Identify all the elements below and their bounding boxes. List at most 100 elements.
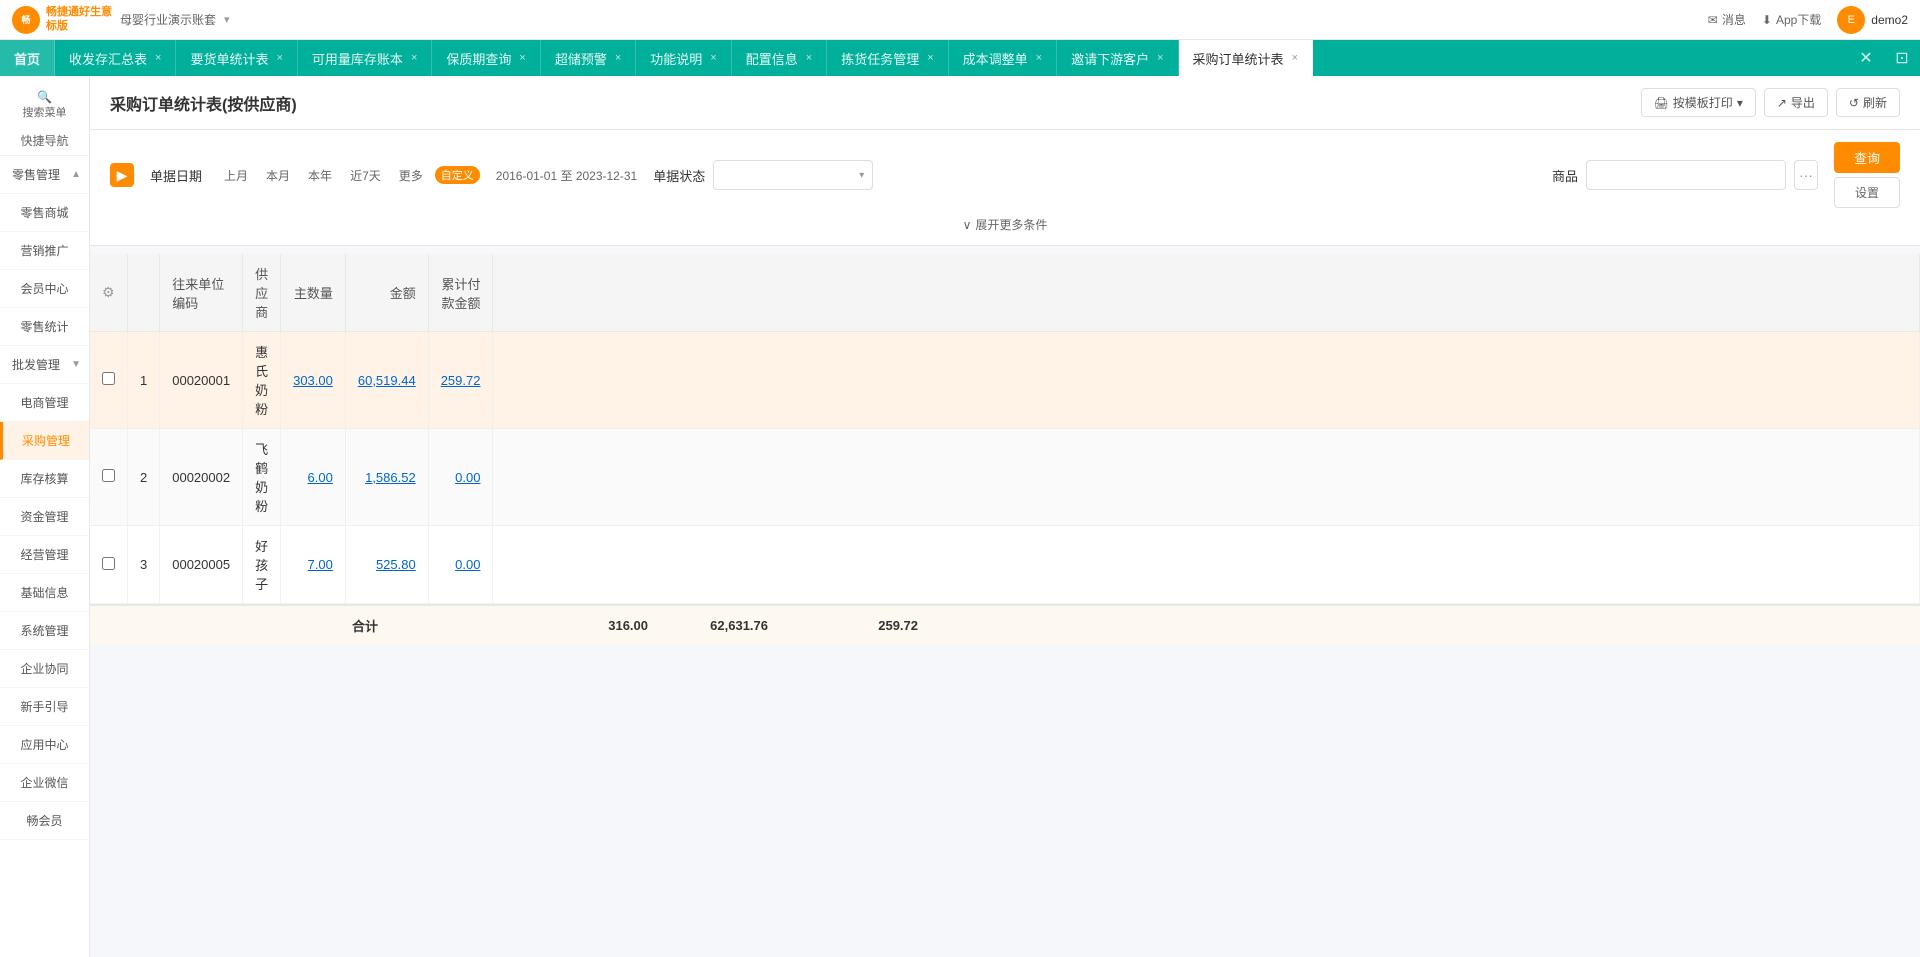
row2-amount[interactable]: 1,586.52 [345,429,428,526]
sidebar-item-inventory[interactable]: 库存核算 [0,460,89,498]
row3-supplier-name: 好孩子 [243,526,281,604]
workspace-title: 母婴行业演示账套 [120,11,216,28]
sidebar-item-retail[interactable]: 零售管理 ▲ [0,156,89,194]
app-download-button[interactable]: ⬇ App下载 [1762,11,1821,28]
user-area[interactable]: E demo2 [1837,6,1908,34]
row2-paid[interactable]: 0.00 [428,429,493,526]
template-print-dropdown-icon: ▾ [1737,96,1743,110]
col-header-no [128,254,160,332]
date-range-display: 2016-01-01 至 2023-12-31 [496,167,637,184]
export-button[interactable]: ↗ 导出 [1764,88,1828,117]
sidebar-item-vip[interactable]: 畅会员 [0,802,89,840]
sidebar-item-system[interactable]: 系统管理 [0,612,89,650]
sidebar-item-vip-label: 畅会员 [26,812,62,829]
date-custom-badge[interactable]: 自定义 [435,166,480,184]
footer-paid: 259.72 [780,608,930,643]
tab-baozhiqi[interactable]: 保质期查询 × [432,40,540,76]
tab-baozhiqi-close[interactable]: × [519,52,525,64]
tab-keyongliang-close[interactable]: × [411,52,417,64]
row1-qty[interactable]: 303.00 [281,332,346,429]
date-shortcut-last-month[interactable]: 上月 [218,165,254,186]
tab-paihuoren[interactable]: 拣货任务管理 × [827,40,948,76]
tab-caigou-close[interactable]: × [1292,52,1298,64]
download-icon: ⬇ [1762,13,1772,27]
template-print-button[interactable]: 🖨 按模板打印 ▾ [1641,88,1756,117]
tab-caigou[interactable]: 采购订单统计表 × [1179,40,1313,76]
row1-amount[interactable]: 60,519.44 [345,332,428,429]
tab-peizhi[interactable]: 配置信息 × [732,40,827,76]
quick-nav-button[interactable]: 快捷导航 [0,126,89,156]
sidebar-item-marketing[interactable]: 营销推广 [0,232,89,270]
tab-peizhi-close[interactable]: × [806,52,812,64]
sidebar-item-retail-shop[interactable]: 零售商城 [0,194,89,232]
date-shortcut-this-year[interactable]: 本年 [302,165,338,186]
settings-button[interactable]: 设置 [1834,177,1900,208]
row1-paid[interactable]: 259.72 [428,332,493,429]
sidebar-item-finance[interactable]: 资金管理 [0,498,89,536]
content-area: 采购订单统计表(按供应商) 🖨 按模板打印 ▾ ↗ 导出 ↺ 刷新 [90,76,1920,957]
date-shortcut-this-month[interactable]: 本月 [260,165,296,186]
gear-icon[interactable]: ⚙ [102,284,115,300]
nav-close-button[interactable]: ✕ [1848,40,1884,76]
row3-checkbox[interactable] [90,526,128,604]
refresh-button[interactable]: ↺ 刷新 [1836,88,1900,117]
nav-maximize-button[interactable]: ⊡ [1884,40,1920,76]
logo-text: 畅捷通好生意 标版 [46,6,112,32]
col-header-checkbox[interactable]: ⚙ [90,254,128,332]
tab-home[interactable]: 首页 [0,40,55,76]
tab-chaochuyu-close[interactable]: × [615,52,621,64]
sidebar-item-appcenter[interactable]: 应用中心 [0,726,89,764]
avatar: E [1837,6,1865,34]
row3-extra [493,526,1920,604]
date-shortcut-more[interactable]: 更多 [393,165,429,186]
goods-filter-group: 商品 ··· [1552,160,1818,190]
row2-qty[interactable]: 6.00 [281,429,346,526]
row2-checkbox-input[interactable] [102,469,115,482]
expand-more-button[interactable]: ∨ 展开更多条件 [963,216,1048,233]
sidebar-item-wechat[interactable]: 企业微信 [0,764,89,802]
sidebar-item-basics[interactable]: 基础信息 [0,574,89,612]
row3-checkbox-input[interactable] [102,557,115,570]
tab-chengbentiaoz[interactable]: 成本调整单 × [949,40,1057,76]
date-shortcut-7days[interactable]: 近7天 [344,165,387,186]
tab-gongneng[interactable]: 功能说明 × [636,40,731,76]
sidebar-item-wholesale[interactable]: 批发管理 ▼ [0,346,89,384]
expand-more-icon: ∨ [963,218,972,232]
tab-yaohuo-close[interactable]: × [276,52,282,64]
tab-chengbentiaoz-label: 成本调整单 [963,49,1028,68]
tab-yaoqing[interactable]: 邀请下游客户 × [1057,40,1178,76]
sidebar-item-ecommerce[interactable]: 电商管理 [0,384,89,422]
tab-chaochuyu[interactable]: 超储预警 × [541,40,636,76]
row2-checkbox[interactable] [90,429,128,526]
sidebar-item-retail-stats[interactable]: 零售统计 [0,308,89,346]
tab-yaohuo[interactable]: 要货单统计表 × [176,40,297,76]
filter-toggle-button[interactable]: ▶ [110,163,134,187]
row3-qty[interactable]: 7.00 [281,526,346,604]
tab-shoufahuizon[interactable]: 收发存汇总表 × [55,40,176,76]
tab-yaoqing-close[interactable]: × [1157,52,1163,64]
message-button[interactable]: ✉ 消息 [1708,11,1746,28]
row2-supplier-code: 00020002 [160,429,243,526]
row3-amount[interactable]: 525.80 [345,526,428,604]
goods-more-button[interactable]: ··· [1794,160,1818,190]
search-menu-button[interactable]: 🔍 搜索菜单 [0,84,89,126]
tab-gongneng-close[interactable]: × [710,52,716,64]
sidebar-item-newbie[interactable]: 新手引导 [0,688,89,726]
col-header-paid: 累计付款金额 [428,254,493,332]
tab-shoufahuizon-close[interactable]: × [155,52,161,64]
tab-paihuoren-close[interactable]: × [927,52,933,64]
goods-input[interactable] [1586,160,1786,190]
sidebar-item-purchase[interactable]: 采购管理 [0,422,89,460]
tab-keyongliang[interactable]: 可用量库存账本 × [298,40,432,76]
query-button[interactable]: 查询 [1834,142,1900,173]
export-label: 导出 [1791,94,1815,111]
row1-checkbox-input[interactable] [102,372,115,385]
sidebar-item-enterprise[interactable]: 企业协同 [0,650,89,688]
workspace-dropdown-icon[interactable]: ▾ [224,13,230,26]
sidebar-item-members[interactable]: 会员中心 [0,270,89,308]
sidebar-item-operations[interactable]: 经营管理 [0,536,89,574]
status-select[interactable]: ▾ [713,160,873,190]
row1-checkbox[interactable] [90,332,128,429]
tab-chengbentiaoz-close[interactable]: × [1036,52,1042,64]
row3-paid[interactable]: 0.00 [428,526,493,604]
